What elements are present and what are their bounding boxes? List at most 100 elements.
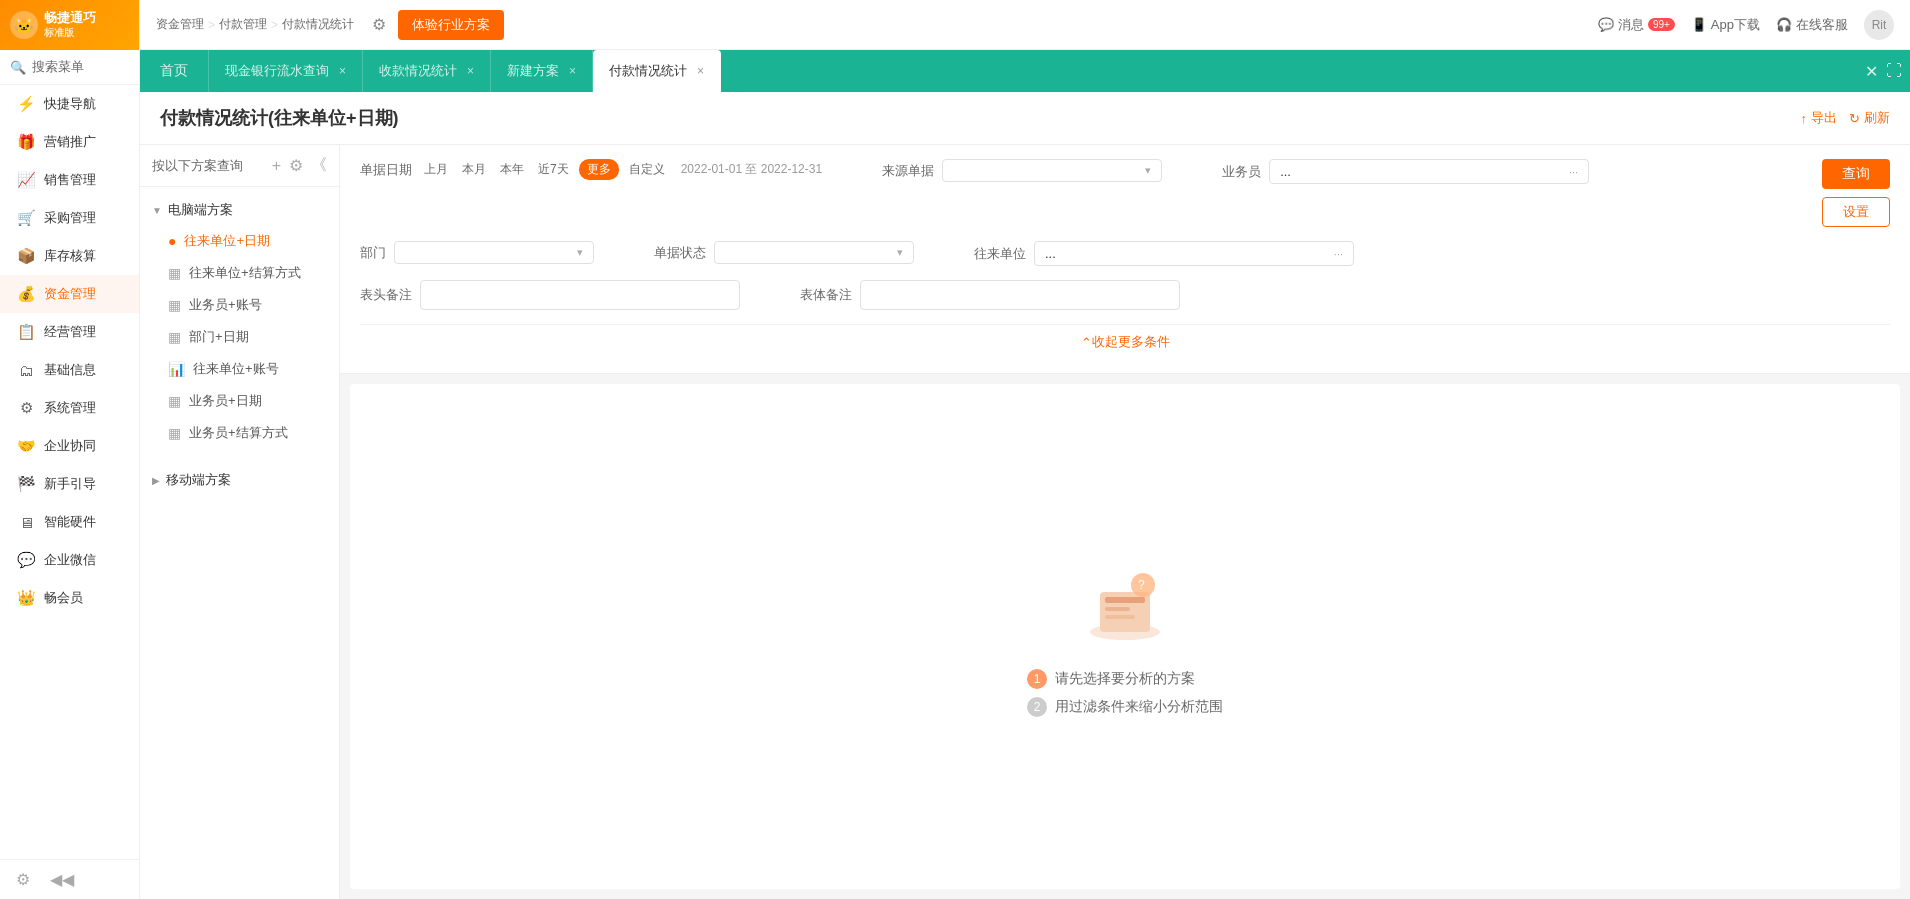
- filter-actions: 查询 设置: [1822, 159, 1890, 227]
- query-button[interactable]: 查询: [1822, 159, 1890, 189]
- nav-icon-purchase: 🛒: [16, 209, 36, 227]
- scheme-item-label-3: 部门+日期: [189, 328, 249, 346]
- right-panel: 单据日期 上月 本月 本年 近7天 更多 自定义 2022-01-01 至 20…: [340, 145, 1910, 899]
- sidebar-search[interactable]: 🔍 搜索菜单: [0, 50, 139, 85]
- date-btn-more[interactable]: 更多: [579, 159, 619, 180]
- topbar-settings-icon[interactable]: ⚙: [372, 15, 386, 34]
- sidebar-item-system[interactable]: ⚙ 系统管理: [0, 389, 139, 427]
- trial-button[interactable]: 体验行业方案: [398, 10, 504, 40]
- tab-newscheme-label: 新建方案: [507, 62, 559, 80]
- sidebar-item-marketing[interactable]: 🎁 营销推广: [0, 123, 139, 161]
- scheme-section-mobile-header[interactable]: ▶ 移动端方案: [140, 465, 339, 495]
- refresh-button[interactable]: ↻ 刷新: [1849, 109, 1890, 127]
- bill-status-label: 单据状态: [654, 244, 706, 262]
- date-btn-last7[interactable]: 近7天: [534, 159, 573, 180]
- scheme-item-icon-6: ▦: [168, 425, 181, 441]
- tabbar-close-all-button[interactable]: ✕: [1865, 62, 1878, 81]
- sidebar-item-hardware[interactable]: 🖥 智能硬件: [0, 503, 139, 541]
- content: 付款情况统计(往来单位+日期) ↑ 导出 ↻ 刷新 按以下方案查询 +: [140, 92, 1910, 899]
- scheme-add-icon[interactable]: +: [272, 157, 281, 175]
- export-label: 导出: [1811, 109, 1837, 127]
- bill-status-select[interactable]: [714, 241, 914, 264]
- scheme-item-staff-date[interactable]: ▦ 业务员+日期: [140, 385, 339, 417]
- tab-newscheme[interactable]: 新建方案 ×: [491, 50, 593, 92]
- sidebar-collapse-icon[interactable]: ◀◀: [50, 870, 74, 889]
- tab-payment[interactable]: 付款情况统计 ×: [593, 50, 721, 92]
- counterparty-arrow: ···: [1334, 248, 1343, 260]
- svg-rect-4: [1105, 615, 1135, 619]
- export-icon: ↑: [1801, 111, 1808, 126]
- sidebar-item-purchase[interactable]: 🛒 采购管理: [0, 199, 139, 237]
- counterparty-select[interactable]: ... ···: [1034, 241, 1354, 266]
- nav-icon-inventory: 📦: [16, 247, 36, 265]
- tab-payment-close[interactable]: ×: [697, 64, 704, 78]
- date-btn-last-month[interactable]: 上月: [420, 159, 452, 180]
- tab-receipt-close[interactable]: ×: [467, 64, 474, 78]
- scheme-collapse-icon[interactable]: 《: [311, 155, 327, 176]
- sidebar-item-member[interactable]: 👑 畅会员: [0, 579, 139, 617]
- topbar-app-download[interactable]: 📱 App下载: [1691, 16, 1760, 34]
- tab-newscheme-close[interactable]: ×: [569, 64, 576, 78]
- logo-icon: 🐱: [10, 11, 38, 39]
- tab-receipt[interactable]: 收款情况统计 ×: [363, 50, 491, 92]
- scheme-item-counterparty-date[interactable]: ● 往来单位+日期: [140, 225, 339, 257]
- topbar-message[interactable]: 💬 消息 99+: [1598, 16, 1675, 34]
- main-layout: 按以下方案查询 + ⚙ 《 ▼ 电脑端方案 ● 往来单位+日期: [140, 145, 1910, 899]
- sidebar-item-inventory[interactable]: 📦 库存核算: [0, 237, 139, 275]
- note-header-input[interactable]: [420, 280, 740, 310]
- date-btn-custom[interactable]: 自定义: [625, 159, 669, 180]
- date-range-display: 2022-01-01 至 2022-12-31: [681, 161, 822, 178]
- scheme-item-icon-1: ▦: [168, 265, 181, 281]
- main-content: 资金管理 > 付款管理 > 付款情况统计 ⚙ 体验行业方案 💬 消息 99+ 📱…: [140, 0, 1910, 899]
- empty-hint-2-text: 用过滤条件来缩小分析范围: [1055, 698, 1223, 716]
- note-header-label: 表头备注: [360, 286, 412, 304]
- sidebar-item-operation[interactable]: 📋 经营管理: [0, 313, 139, 351]
- tabbar-fullscreen-button[interactable]: ⛶: [1886, 62, 1902, 80]
- tab-cashflow[interactable]: 现金银行流水查询 ×: [209, 50, 363, 92]
- scheme-settings-icon[interactable]: ⚙: [289, 156, 303, 175]
- service-icon: 🎧: [1776, 17, 1792, 32]
- filter-row-3: 表头备注 表体备注: [360, 280, 1890, 310]
- scheme-item-label-6: 业务员+结算方式: [189, 424, 288, 442]
- sidebar-item-guide[interactable]: 🏁 新手引导: [0, 465, 139, 503]
- scheme-item-staff-settle[interactable]: ▦ 业务员+结算方式: [140, 417, 339, 449]
- tab-home[interactable]: 首页: [140, 50, 209, 92]
- settings-button[interactable]: 设置: [1822, 197, 1890, 227]
- scheme-item-counterparty-account[interactable]: 📊 往来单位+账号: [140, 353, 339, 385]
- sidebar-bottom-settings-icon[interactable]: ⚙: [16, 870, 30, 889]
- nav-icon-wechat: 💬: [16, 551, 36, 569]
- sidebar-item-shortcut[interactable]: ⚡ 快捷导航: [0, 85, 139, 123]
- nav-label-operation: 经营管理: [44, 323, 96, 341]
- date-btn-this-year[interactable]: 本年: [496, 159, 528, 180]
- app-label: App下载: [1711, 16, 1760, 34]
- empty-num-2: 2: [1027, 697, 1047, 717]
- tab-cashflow-close[interactable]: ×: [339, 64, 346, 78]
- search-label: 搜索菜单: [32, 58, 84, 76]
- sidebar-item-enterprise[interactable]: 🤝 企业协同: [0, 427, 139, 465]
- sidebar-item-wechat[interactable]: 💬 企业微信: [0, 541, 139, 579]
- topbar-service[interactable]: 🎧 在线客服: [1776, 16, 1848, 34]
- note-body-input[interactable]: [860, 280, 1180, 310]
- topbar-right: 💬 消息 99+ 📱 App下载 🎧 在线客服 Rit: [1598, 10, 1894, 40]
- sidebar-item-basic[interactable]: 🗂 基础信息: [0, 351, 139, 389]
- dept-select[interactable]: [394, 241, 594, 264]
- sidebar-item-finance[interactable]: 💰 资金管理: [0, 275, 139, 313]
- scheme-item-dept-date[interactable]: ▦ 部门+日期: [140, 321, 339, 353]
- source-bill-select[interactable]: [942, 159, 1162, 182]
- scheme-section-desktop-header[interactable]: ▼ 电脑端方案: [140, 195, 339, 225]
- scheme-item-staff-account[interactable]: ▦ 业务员+账号: [140, 289, 339, 321]
- topbar-avatar[interactable]: Rit: [1864, 10, 1894, 40]
- scheme-item-icon-4: 📊: [168, 361, 185, 377]
- collapse-bar[interactable]: ⌃ 收起更多条件: [360, 324, 1890, 359]
- scheme-header: 按以下方案查询 + ⚙ 《: [140, 145, 339, 187]
- filter-item-dept: 部门: [360, 241, 594, 264]
- scheme-item-counterparty-settle[interactable]: ▦ 往来单位+结算方式: [140, 257, 339, 289]
- nav-label-inventory: 库存核算: [44, 247, 96, 265]
- staff-select[interactable]: ... ···: [1269, 159, 1589, 184]
- date-btn-this-month[interactable]: 本月: [458, 159, 490, 180]
- sidebar-item-sales[interactable]: 📈 销售管理: [0, 161, 139, 199]
- nav-icon-member: 👑: [16, 589, 36, 607]
- export-button[interactable]: ↑ 导出: [1801, 109, 1838, 127]
- scheme-section-desktop: ▼ 电脑端方案 ● 往来单位+日期 ▦ 往来单位+结算方式 ▦ 业务员+账号: [140, 187, 339, 457]
- bill-status-arrow: [897, 246, 903, 259]
